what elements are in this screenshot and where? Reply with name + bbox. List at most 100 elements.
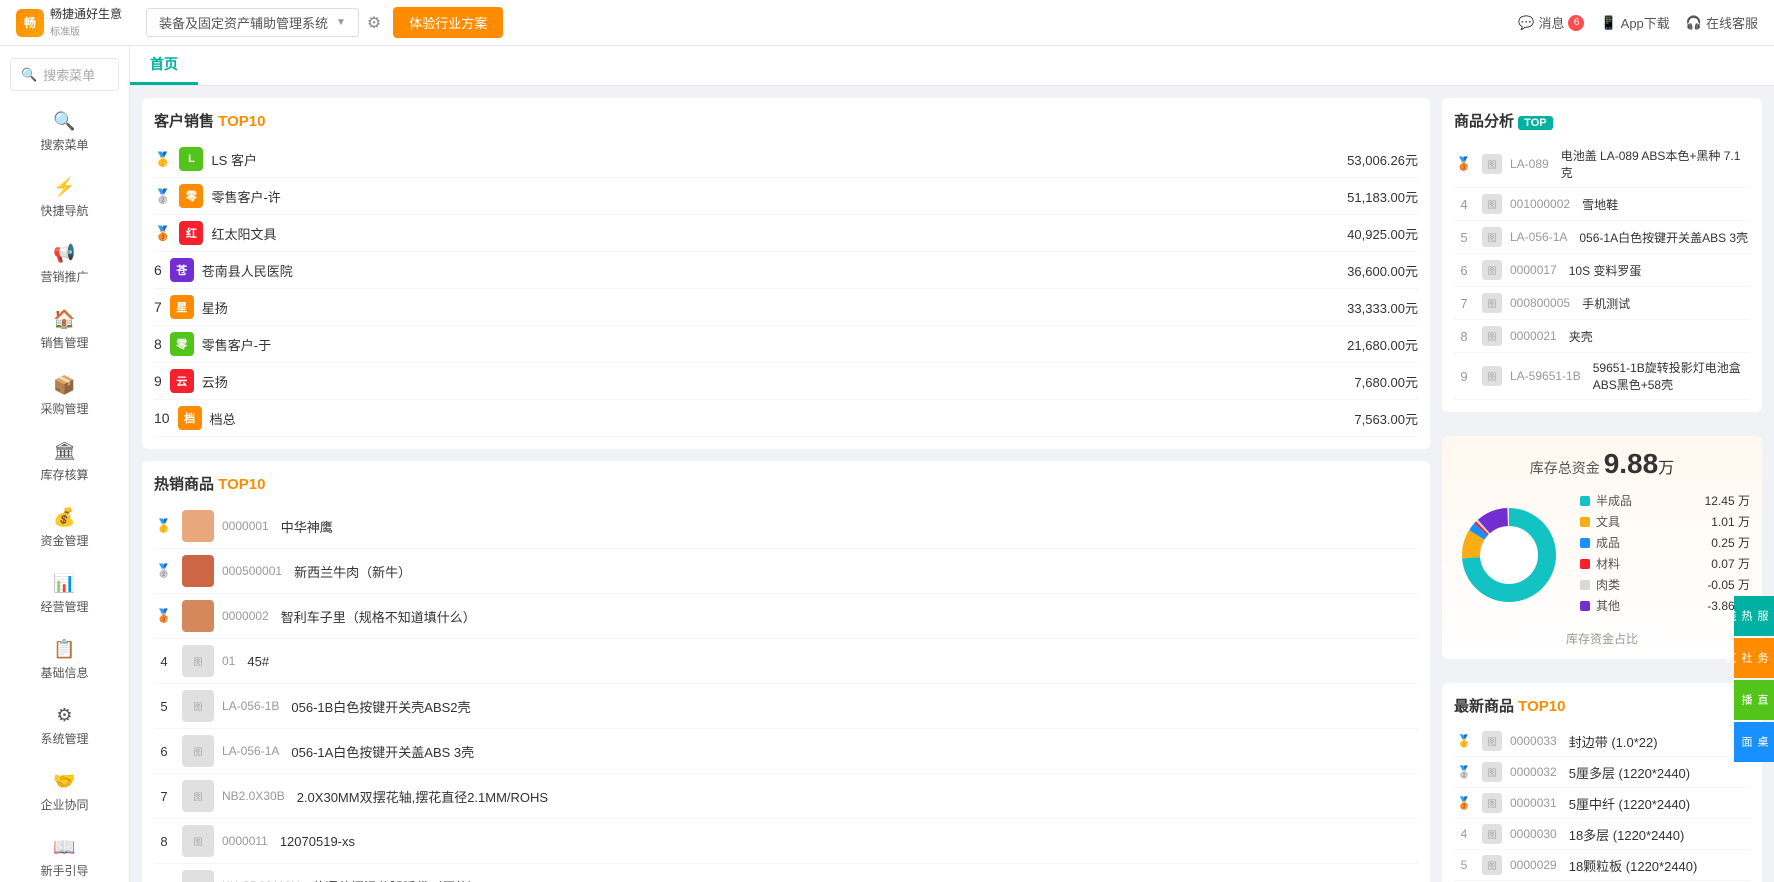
rank-avatar: 云 xyxy=(170,369,194,393)
float-btn-service[interactable]: 客服热线 xyxy=(1734,596,1774,636)
rank-value: 7,563.00元 xyxy=(1354,409,1418,428)
rank-avatar: 零 xyxy=(170,332,194,356)
sidebar-item-company[interactable]: 🤝企业协同 xyxy=(0,759,129,825)
legend-value: 12.45 万 xyxy=(1705,492,1750,509)
rank-name: 零售客户-于 xyxy=(202,335,1339,354)
float-btn-live[interactable]: 直播 xyxy=(1734,680,1774,720)
inventory-total: 库存总资金 9.88万 xyxy=(1454,448,1750,480)
headset-icon: 🎧 xyxy=(1686,15,1702,31)
rank-value: 36,600.00元 xyxy=(1347,261,1418,280)
legend-name: 肉类 xyxy=(1596,576,1701,593)
rank-name: LS 客户 xyxy=(211,150,1339,169)
service-button[interactable]: 🎧 在线客服 xyxy=(1686,13,1758,32)
search-input[interactable]: 🔍 搜索菜单 xyxy=(10,58,119,91)
product-thumb: 图 xyxy=(182,645,214,677)
analysis-icon: 图 xyxy=(1482,366,1502,386)
legend-dot xyxy=(1580,559,1590,569)
analysis-name: 10S 变料罗蛋 xyxy=(1569,262,1750,279)
rank-value: 21,680.00元 xyxy=(1347,335,1418,354)
nav-icon-inventory: 🏛 xyxy=(53,441,76,462)
legend-value: 0.07 万 xyxy=(1711,555,1750,572)
rank-medal: 🥇 xyxy=(154,151,171,168)
hot-rank-medal: 4 xyxy=(154,654,174,669)
rank-name: 档总 xyxy=(210,409,1347,428)
nav-label-shortcut: 快捷导航 xyxy=(40,202,88,219)
hot-product-item: 7 图 NB2.0X30B 2.0X30MM双摆花轴,摆花直径2.1MM/ROH… xyxy=(154,774,1418,819)
rank-name: 苍南县人民医院 xyxy=(202,261,1339,280)
product-code: 000500001 xyxy=(222,564,282,578)
analysis-item: 6 图 0000017 10S 变料罗蛋 xyxy=(1454,254,1750,287)
gear-icon[interactable]: ⚙ xyxy=(367,13,381,33)
right-col: 商品分析 TOP 🥉 图 LA-089 电池盖 LA-089 ABS本色+黑种 … xyxy=(1442,98,1762,870)
np-name: 封边带 (1.0*22) xyxy=(1569,732,1658,751)
analysis-rank: 4 xyxy=(1454,197,1474,212)
sidebar-item-sales[interactable]: 🏠销售管理 xyxy=(0,297,129,363)
np-code: 0000033 xyxy=(1510,734,1557,748)
float-btn-desk[interactable]: 桌面 xyxy=(1734,722,1774,762)
sidebar-item-search[interactable]: 🔍搜索菜单 xyxy=(0,99,129,165)
customer-rank-list: 🥇 L LS 客户 53,006.26元 🥈 零 零售客户-许 51,183.0… xyxy=(154,141,1418,437)
nav-label-system: 系统管理 xyxy=(40,730,88,747)
new-product-item: 🥉 图 0000031 5厘中纤 (1220*2440) xyxy=(1454,788,1750,819)
tab-home[interactable]: 首页 xyxy=(130,46,198,85)
product-name: 新西兰牛肉（新牛） xyxy=(294,562,411,581)
customer-rank-item: 10 档 档总 7,563.00元 xyxy=(154,400,1418,437)
np-rank: 🥇 xyxy=(1454,734,1474,748)
np-icon: 图 xyxy=(1482,824,1502,844)
legend-dot xyxy=(1580,580,1590,590)
sidebar-item-marketing[interactable]: 📢营销推广 xyxy=(0,231,129,297)
sidebar-item-basic[interactable]: 📋基础信息 xyxy=(0,627,129,693)
product-code: 01 xyxy=(222,654,235,668)
top-header: 畅 畅捷通好生意 标准版 装备及固定资产辅助管理系统 ▼ ⚙ 体验行业方案 💬 … xyxy=(0,0,1774,46)
search-menu: 🔍 搜索菜单 xyxy=(0,46,129,91)
sidebar-item-system[interactable]: ⚙系统管理 xyxy=(0,693,129,759)
nav-label-marketing: 营销推广 xyxy=(40,268,88,285)
product-thumb xyxy=(182,510,214,542)
analysis-item: 4 图 001000002 雪地鞋 xyxy=(1454,188,1750,221)
legend-dot xyxy=(1580,517,1590,527)
sidebar-item-finance[interactable]: 💰资金管理 xyxy=(0,495,129,561)
app-download-button[interactable]: 📱 App下载 xyxy=(1600,13,1669,32)
product-name: 056-1B白色按键开关壳ABS2壳 xyxy=(291,697,470,716)
nav-icon-operation: 📊 xyxy=(53,573,75,594)
analysis-code: LA-089 xyxy=(1510,157,1549,171)
analysis-code: LA-056-1A xyxy=(1510,230,1567,244)
nav-icon-basic: 📋 xyxy=(53,639,75,660)
sidebar-item-shortcut[interactable]: ⚡快捷导航 xyxy=(0,165,129,231)
rank-avatar: 红 xyxy=(179,221,203,245)
hot-product-item: 🥈 000500001 新西兰牛肉（新牛） xyxy=(154,549,1418,594)
trial-button[interactable]: 体验行业方案 xyxy=(393,7,503,38)
analysis-rank: 9 xyxy=(1454,369,1474,384)
rank-value: 40,925.00元 xyxy=(1347,224,1418,243)
legend-dot xyxy=(1580,601,1590,611)
inventory-amount: 9.88 xyxy=(1604,448,1659,479)
hot-products-title: 热销商品 TOP10 xyxy=(154,473,1418,494)
product-thumb: 图 xyxy=(182,825,214,857)
sidebar-item-operation[interactable]: 📊经营管理 xyxy=(0,561,129,627)
float-btn-community[interactable]: 服务社区 xyxy=(1734,638,1774,678)
new-product-item: 4 图 0000030 18多层 (1220*2440) xyxy=(1454,819,1750,850)
sidebar-item-inventory[interactable]: 🏛库存核算 xyxy=(0,429,129,495)
legend-value: 0.25 万 xyxy=(1711,534,1750,551)
legend-value: -0.05 万 xyxy=(1707,576,1750,593)
new-product-item: 🥈 图 0000032 5厘多层 (1220*2440) xyxy=(1454,757,1750,788)
product-thumb: 图 xyxy=(182,735,214,767)
app-label: App下载 xyxy=(1621,13,1670,32)
customer-rank-item: 9 云 云扬 7,680.00元 xyxy=(154,363,1418,400)
nav-label-search: 搜索菜单 xyxy=(40,136,88,153)
np-rank: 5 xyxy=(1454,858,1474,872)
nav-label-guide: 新手引导 xyxy=(40,862,88,879)
customer-rank-item: 🥈 零 零售客户-许 51,183.00元 xyxy=(154,178,1418,215)
sidebar-item-purchase[interactable]: 📦采购管理 xyxy=(0,363,129,429)
np-code: 0000031 xyxy=(1510,796,1557,810)
product-code: LA-056-1A xyxy=(222,744,279,758)
sidebar-item-guide[interactable]: 📖新手引导 xyxy=(0,825,129,882)
analysis-rank: 6 xyxy=(1454,263,1474,278)
np-icon: 图 xyxy=(1482,855,1502,875)
system-selector[interactable]: 装备及固定资产辅助管理系统 ▼ xyxy=(146,8,359,37)
analysis-item: 9 图 LA-59651-1B 59651-1B旋转投影灯电池盒ABS黑色+58… xyxy=(1454,353,1750,400)
message-button[interactable]: 💬 消息 6 xyxy=(1518,13,1584,32)
customer-rank-item: 🥇 L LS 客户 53,006.26元 xyxy=(154,141,1418,178)
analysis-name: 夹壳 xyxy=(1569,328,1750,345)
inventory-unit: 万 xyxy=(1658,460,1674,477)
